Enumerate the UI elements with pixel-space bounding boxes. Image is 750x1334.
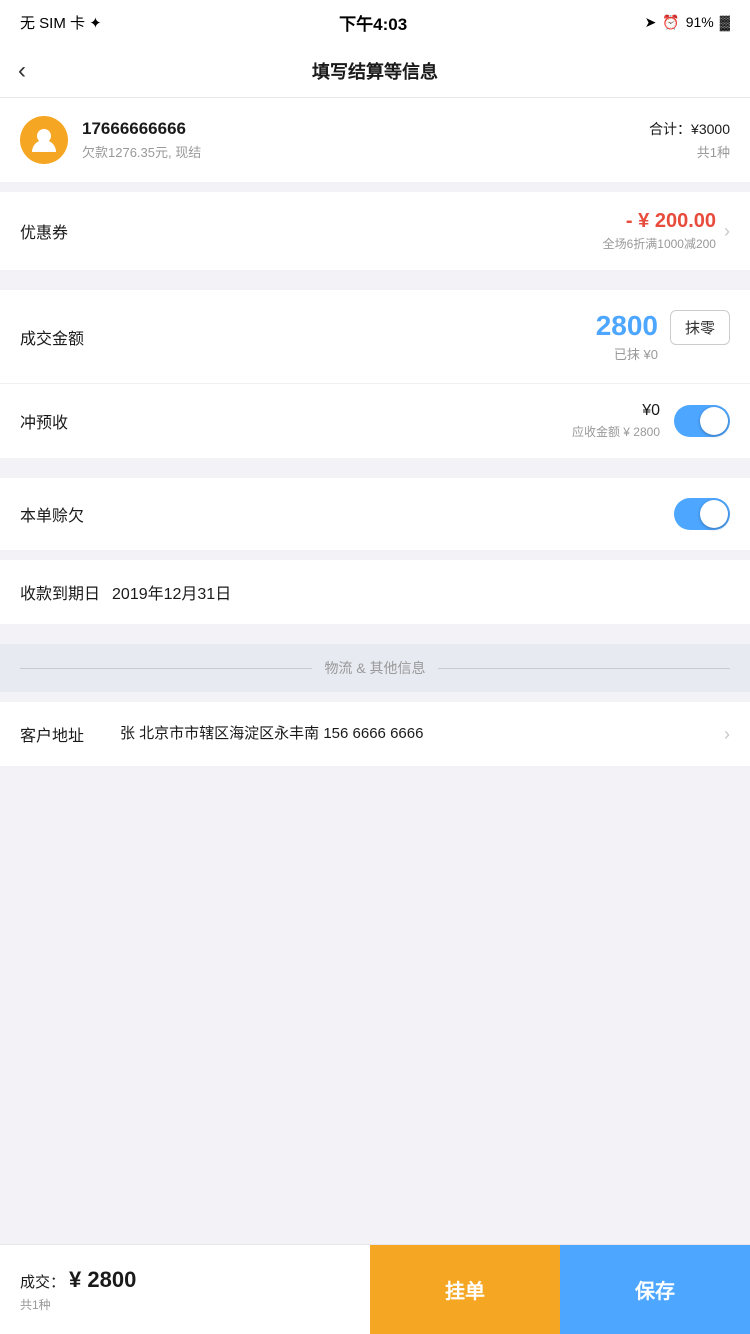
due-date-value: 2019年12月31日 [112, 580, 231, 604]
prepay-label: 冲预收 [20, 409, 68, 433]
bottom-deal-amount: ¥ 2800 [69, 1267, 136, 1293]
address-value: 张 北京市市辖区海淀区永丰南 156 6666 6666 [120, 723, 724, 746]
bottom-summary: 成交： ¥ 2800 共1种 [0, 1267, 370, 1313]
hang-order-button[interactable]: 挂单 [370, 1245, 560, 1334]
bottom-deal-label: 成交： [20, 1271, 65, 1292]
bottom-count: 共1种 [20, 1296, 350, 1313]
prepay-right: ¥0 应收金额 ¥ 2800 [572, 402, 730, 440]
deal-amount-row: 成交金额 2800 已抹 ¥0 抹零 [0, 290, 750, 384]
battery-icon: ▓ [720, 14, 730, 30]
separator-3 [0, 634, 750, 644]
logistics-divider-text: 物流 & 其他信息 [324, 658, 425, 678]
separator-1 [0, 280, 750, 290]
address-chevron-icon: › [724, 724, 730, 745]
coupon-amount: - ¥ 200.00 [603, 210, 716, 233]
coupon-desc: 全场6折满1000减200 [603, 235, 716, 252]
coupon-row[interactable]: 优惠券 - ¥ 200.00 全场6折满1000减200 › [0, 192, 750, 270]
coupon-label: 优惠券 [20, 219, 68, 243]
customer-info-left: 17666666666 欠款1276.35元, 现结 [20, 116, 201, 164]
sim-text: 无 SIM 卡 ✦ [20, 12, 102, 33]
chevron-right-icon: › [724, 221, 730, 242]
round-zero-button[interactable]: 抹零 [670, 310, 730, 345]
prepay-values: ¥0 应收金额 ¥ 2800 [572, 402, 660, 440]
due-date-row: 收款到期日 2019年12月31日 [0, 560, 750, 624]
save-button[interactable]: 保存 [560, 1245, 750, 1334]
status-bar: 无 SIM 卡 ✦ 下午4:03 ➤ ⏰ 91% ▓ [0, 0, 750, 44]
address-row[interactable]: 客户地址 张 北京市市辖区海淀区永丰南 156 6666 6666 › [0, 702, 750, 766]
customer-total: 合计：¥3000 共1种 [649, 119, 730, 161]
alarm-icon: ⏰ [662, 14, 679, 31]
divider-line-right [438, 668, 730, 669]
nav-bar: ‹ 填写结算等信息 [0, 44, 750, 98]
empty-gray-area [0, 776, 750, 976]
bottom-deal-line: 成交： ¥ 2800 [20, 1267, 350, 1293]
page-title: 填写结算等信息 [312, 58, 438, 84]
due-date-label: 收款到期日 [20, 580, 100, 604]
address-label: 客户地址 [20, 722, 100, 746]
bottom-bar: 成交： ¥ 2800 共1种 挂单 保存 [0, 1244, 750, 1334]
back-button[interactable]: ‹ [18, 57, 26, 85]
logistics-divider: 物流 & 其他信息 [0, 644, 750, 692]
deal-amount-section: 成交金额 2800 已抹 ¥0 抹零 冲预收 ¥0 应收金额 ¥ 2800 [0, 290, 750, 458]
main-content: 17666666666 欠款1276.35元, 现结 合计：¥3000 共1种 … [0, 98, 750, 1076]
separator-2 [0, 468, 750, 478]
total-amount: 合计：¥3000 [649, 119, 730, 139]
battery-text: 91% [686, 14, 714, 30]
debt-label: 本单赊欠 [20, 502, 84, 526]
deal-amount-value-area: 2800 已抹 ¥0 [596, 310, 658, 363]
status-left: 无 SIM 卡 ✦ [20, 12, 102, 33]
deal-amount-value: 2800 [596, 310, 658, 342]
status-time: 下午4:03 [339, 10, 407, 35]
debt-row: 本单赊欠 [0, 478, 750, 550]
deal-zeroed-label: 已抹 ¥0 [596, 344, 658, 363]
prepay-amount: ¥0 [572, 402, 660, 420]
deal-amount-label: 成交金额 [20, 325, 84, 349]
coupon-info: - ¥ 200.00 全场6折满1000减200 [603, 210, 716, 252]
prepay-receivable: 应收金额 ¥ 2800 [572, 423, 660, 440]
avatar [20, 116, 68, 164]
customer-details: 17666666666 欠款1276.35元, 现结 [82, 119, 201, 161]
status-right: ➤ ⏰ 91% ▓ [645, 14, 730, 31]
coupon-right: - ¥ 200.00 全场6折满1000减200 › [603, 210, 730, 252]
customer-debt: 欠款1276.35元, 现结 [82, 142, 201, 161]
total-count: 共1种 [649, 142, 730, 161]
customer-phone: 17666666666 [82, 119, 201, 139]
divider-line-left [20, 668, 312, 669]
prepay-row: 冲预收 ¥0 应收金额 ¥ 2800 [0, 384, 750, 458]
prepay-toggle[interactable] [674, 405, 730, 437]
location-icon: ➤ [645, 14, 657, 31]
customer-card: 17666666666 欠款1276.35元, 现结 合计：¥3000 共1种 [0, 98, 750, 182]
debt-toggle[interactable] [674, 498, 730, 530]
